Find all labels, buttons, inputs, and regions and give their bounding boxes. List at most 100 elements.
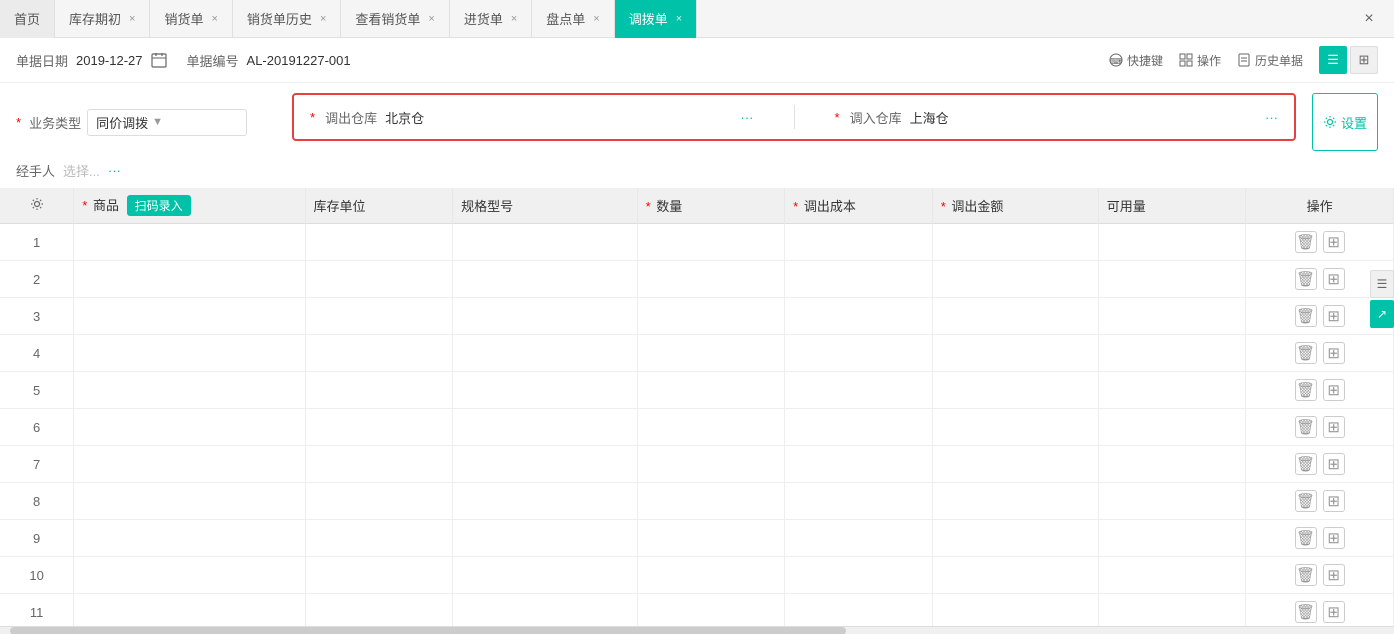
copy-btn[interactable]: ⊞ xyxy=(1323,416,1345,438)
copy-btn[interactable]: ⊞ xyxy=(1323,601,1345,623)
delete-btn[interactable]: 🗑 xyxy=(1295,527,1317,549)
copy-btn[interactable]: ⊞ xyxy=(1323,379,1345,401)
tab-transfer-order-label: 调拨单 xyxy=(629,9,668,28)
table-container: * 商品 扫码录入 库存单位 规格型号 * 数量 * xyxy=(0,188,1394,626)
copy-btn[interactable]: ⊞ xyxy=(1323,527,1345,549)
table-row: 2🗑⊞ xyxy=(0,261,1394,298)
th-qty-label: 数量 xyxy=(656,199,682,214)
code-value: AL-20191227-001 xyxy=(247,53,351,68)
layout-btn-1[interactable]: ☰ xyxy=(1319,46,1347,74)
th-cost: * 调出成本 xyxy=(785,188,933,224)
tab-transfer-order-close[interactable]: × xyxy=(676,13,682,25)
copy-btn[interactable]: ⊞ xyxy=(1323,305,1345,327)
tab-view-sales-close[interactable]: × xyxy=(428,13,434,25)
calendar-icon[interactable] xyxy=(151,52,167,68)
tab-transfer-order[interactable]: 调拨单 × xyxy=(615,0,697,38)
tab-inventory-init-label: 库存期初 xyxy=(69,9,121,28)
scrollbar-thumb[interactable] xyxy=(10,627,846,634)
tab-inventory-check[interactable]: 盘点单 × xyxy=(532,0,614,38)
horizontal-scrollbar[interactable] xyxy=(0,626,1394,634)
shortcuts-label: 快捷键 xyxy=(1127,52,1163,69)
side-list-btn[interactable]: ☰ xyxy=(1370,270,1394,298)
tab-purchase-order[interactable]: 进货单 × xyxy=(450,0,532,38)
tab-purchase-order-close[interactable]: × xyxy=(511,13,517,25)
tab-inventory-init-close[interactable]: × xyxy=(129,13,135,25)
in-warehouse-value: 上海仓 xyxy=(910,108,949,127)
code-group: 单据编号 AL-20191227-001 xyxy=(187,51,351,70)
out-warehouse-more-btn[interactable]: ··· xyxy=(741,110,754,125)
delete-btn[interactable]: 🗑 xyxy=(1295,305,1317,327)
date-value: 2019-12-27 xyxy=(76,53,143,68)
form-row-2: 经手人 选择... ··· xyxy=(16,161,1378,180)
tab-sales-history[interactable]: 销货单历史 × xyxy=(233,0,341,38)
tab-inventory-init[interactable]: 库存期初 × xyxy=(55,0,150,38)
business-type-label: 业务类型 xyxy=(29,113,81,132)
tab-sales-history-label: 销货单历史 xyxy=(247,9,312,28)
copy-btn[interactable]: ⊞ xyxy=(1323,453,1345,475)
window-close-button[interactable]: × xyxy=(1354,4,1384,34)
table-row: 6🗑⊞ xyxy=(0,409,1394,446)
toolbar-right: ⌨ 快捷键 操作 历史单据 ☰ ⊞ xyxy=(1109,46,1378,74)
copy-btn[interactable]: ⊞ xyxy=(1323,564,1345,586)
business-type-select[interactable]: 同价调拨 ▼ xyxy=(87,109,247,136)
tab-inventory-check-close[interactable]: × xyxy=(593,13,599,25)
th-amount: * 调出金额 xyxy=(932,188,1098,224)
delete-btn[interactable]: 🗑 xyxy=(1295,416,1317,438)
table-row: 4🗑⊞ xyxy=(0,335,1394,372)
code-label: 单据编号 xyxy=(187,51,239,70)
delete-btn[interactable]: 🗑 xyxy=(1295,453,1317,475)
person-label: 经手人 xyxy=(16,161,55,180)
history-btn[interactable]: 历史单据 xyxy=(1237,52,1303,69)
delete-btn[interactable]: 🗑 xyxy=(1295,379,1317,401)
th-avail: 可用量 xyxy=(1098,188,1246,224)
delete-btn[interactable]: 🗑 xyxy=(1295,268,1317,290)
date-group: 单据日期 2019-12-27 xyxy=(16,51,167,70)
th-qty: * 数量 xyxy=(637,188,785,224)
delete-btn[interactable]: 🗑 xyxy=(1295,342,1317,364)
tab-sales-order-close[interactable]: × xyxy=(211,13,217,25)
copy-btn[interactable]: ⊞ xyxy=(1323,231,1345,253)
delete-btn[interactable]: 🗑 xyxy=(1295,601,1317,623)
table-row: 1🗑⊞ xyxy=(0,224,1394,261)
out-wh-star: * xyxy=(310,110,315,125)
table-row: 5🗑⊞ xyxy=(0,372,1394,409)
toolbar: 单据日期 2019-12-27 单据编号 AL-20191227-001 ⌨ 快… xyxy=(0,38,1394,83)
side-panel: ☰ ↗ xyxy=(1370,270,1394,328)
table-row: 7🗑⊞ xyxy=(0,446,1394,483)
person-placeholder[interactable]: 选择... xyxy=(63,161,100,180)
in-warehouse-label: 调入仓库 xyxy=(850,108,902,127)
shortcuts-btn[interactable]: ⌨ 快捷键 xyxy=(1109,52,1163,69)
out-warehouse-field: * 调出仓库 北京仓 ··· xyxy=(310,108,754,127)
table-row: 10🗑⊞ xyxy=(0,557,1394,594)
operations-btn[interactable]: 操作 xyxy=(1179,52,1221,69)
layout-btn-2[interactable]: ⊞ xyxy=(1350,46,1378,74)
copy-btn[interactable]: ⊞ xyxy=(1323,268,1345,290)
in-warehouse-field: * 调入仓库 上海仓 ··· xyxy=(835,108,1279,127)
tab-sales-order[interactable]: 销货单 × xyxy=(150,0,232,38)
th-product: * 商品 扫码录入 xyxy=(74,188,305,224)
th-amount-label: 调出金额 xyxy=(951,199,1003,214)
business-type-star: * xyxy=(16,115,21,130)
settings-button[interactable]: 设置 xyxy=(1312,93,1378,151)
tab-view-sales-label: 查看销货单 xyxy=(355,9,420,28)
person-field: 经手人 选择... ··· xyxy=(16,161,216,180)
th-gear[interactable] xyxy=(0,188,74,224)
history-label: 历史单据 xyxy=(1255,52,1303,69)
out-warehouse-label: 调出仓库 xyxy=(325,108,377,127)
side-export-btn[interactable]: ↗ xyxy=(1370,300,1394,328)
delete-btn[interactable]: 🗑 xyxy=(1295,231,1317,253)
in-warehouse-more-btn[interactable]: ··· xyxy=(1265,110,1278,125)
tab-view-sales[interactable]: 查看销货单 × xyxy=(341,0,449,38)
copy-btn[interactable]: ⊞ xyxy=(1323,490,1345,512)
copy-btn[interactable]: ⊞ xyxy=(1323,342,1345,364)
form-row-1: * 业务类型 同价调拨 ▼ * 调出仓库 北京仓 ··· xyxy=(16,93,1378,151)
tab-sales-history-close[interactable]: × xyxy=(320,13,326,25)
person-more-btn[interactable]: ··· xyxy=(108,163,121,178)
delete-btn[interactable]: 🗑 xyxy=(1295,564,1317,586)
wh-divider xyxy=(794,105,795,129)
delete-btn[interactable]: 🗑 xyxy=(1295,490,1317,512)
scan-btn[interactable]: 扫码录入 xyxy=(127,195,191,216)
tab-sales-order-label: 销货单 xyxy=(164,9,203,28)
th-unit-label: 库存单位 xyxy=(314,199,366,214)
tab-home[interactable]: 首页 xyxy=(0,0,55,38)
